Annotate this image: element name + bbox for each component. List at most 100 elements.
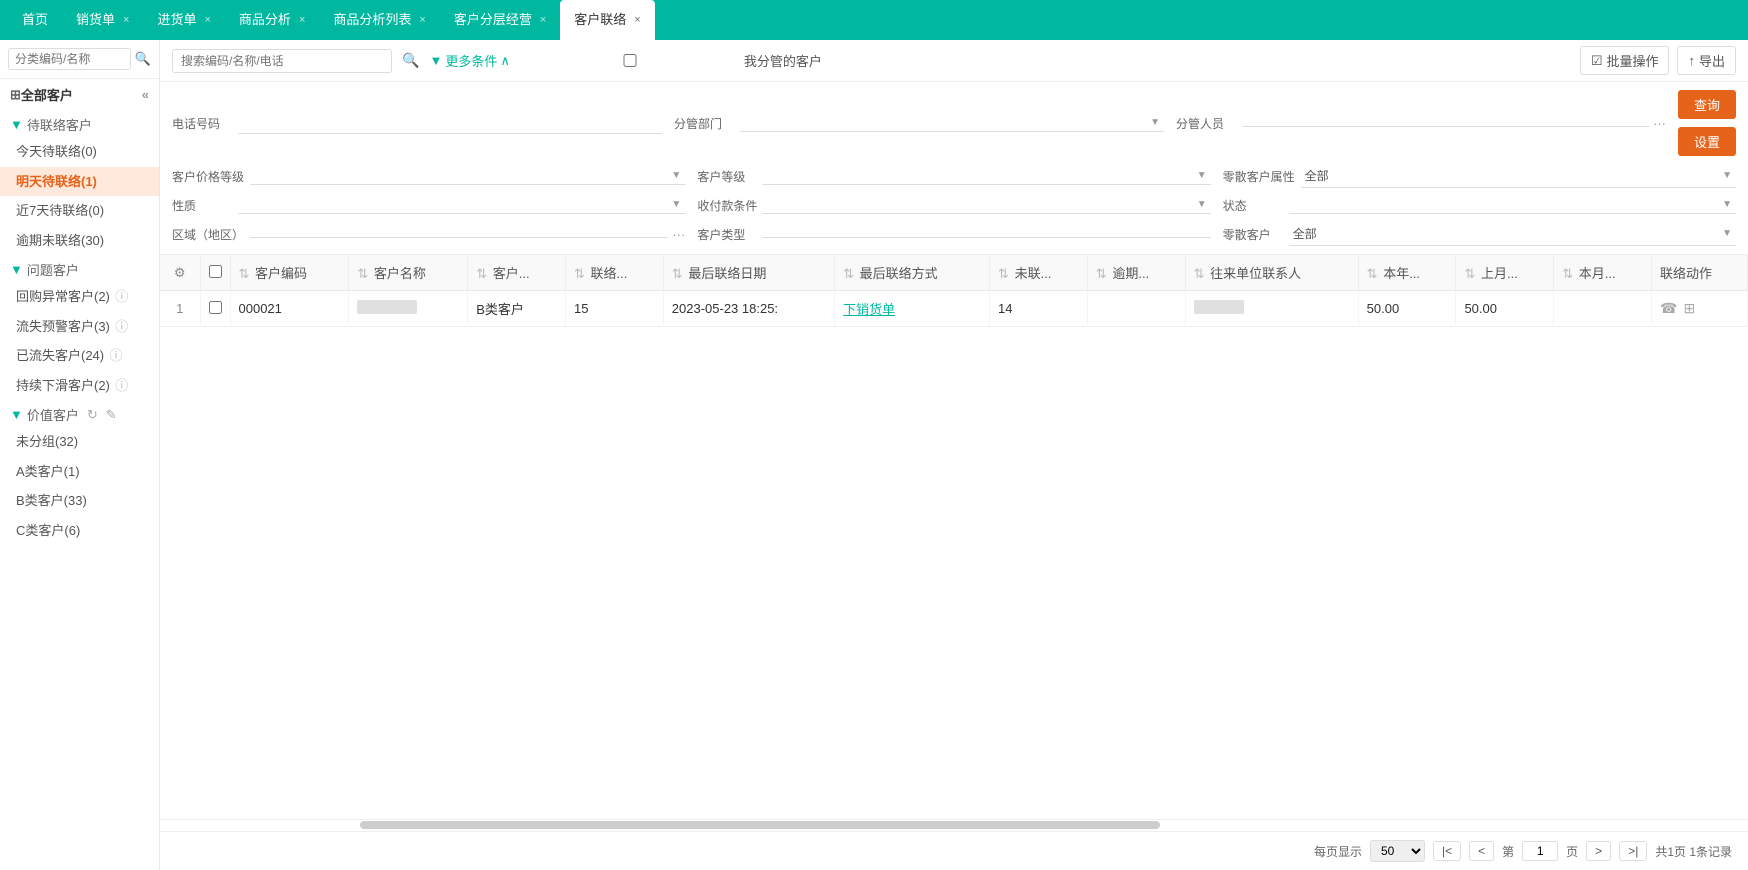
sidebar-item-tomorrow-contact[interactable]: 明天待联络(1) <box>0 167 159 197</box>
filter-manager: 分管人员 ··· <box>1176 115 1666 132</box>
top-nav: 首页 销货单 × 进货单 × 商品分析 × 商品分析列表 × 客户分层经营 × … <box>0 0 1748 40</box>
per-page-select[interactable]: 50 100 200 <box>1370 840 1425 862</box>
region-dots-icon[interactable]: ··· <box>672 227 685 242</box>
chevron-down-icon5: ▼ <box>671 199 681 210</box>
query-button[interactable]: 查询 <box>1678 90 1736 119</box>
sidebar-item-today-contact[interactable]: 今天待联络(0) <box>0 137 159 167</box>
my-customers-checkbox[interactable]: 我分管的客户 <box>520 51 822 70</box>
sidebar-item-class-b[interactable]: B类客户(33) <box>0 486 159 516</box>
nav-product-analysis-list[interactable]: 商品分析列表 × <box>319 0 439 40</box>
sidebar-group-pending: ▼ 待联络客户 <box>0 110 159 137</box>
chevron-down-icon4: ▼ <box>1722 170 1732 181</box>
region-select[interactable] <box>250 231 668 238</box>
settings-icon[interactable]: ⚙ <box>174 265 186 280</box>
phone-input[interactable] <box>238 113 662 134</box>
sidebar-item-repurchase-abnormal[interactable]: 回购异常客户(2) ⓘ <box>0 282 159 312</box>
horizontal-scrollbar <box>160 819 1748 831</box>
sidebar-search-icon[interactable]: 🔍 <box>135 51 151 67</box>
batch-operation-button[interactable]: ☑ 批量操作 <box>1580 46 1670 75</box>
retail-customer-select[interactable]: 全部 ▼ <box>1289 222 1736 246</box>
filter-icon: ▼ <box>429 53 442 68</box>
close-product-analysis-icon[interactable]: × <box>299 0 305 40</box>
sidebar-search-area: 🔍 <box>0 40 159 79</box>
price-level-select[interactable]: ▼ <box>250 167 685 185</box>
page-number-input[interactable] <box>1522 841 1558 861</box>
phone-action-icon[interactable]: ☎ <box>1660 300 1677 317</box>
first-page-button[interactable]: |< <box>1433 841 1461 861</box>
division-select[interactable]: ▼ <box>740 114 1164 132</box>
row-action-cell: ☎ ⊞ <box>1652 291 1748 327</box>
row-last-date: 2023-05-23 18:25: <box>663 291 834 327</box>
pagination-bar: 每页显示 50 100 200 |< < 第 页 > >| 共1页 1条记录 <box>160 831 1748 870</box>
sidebar-item-class-a[interactable]: A类客户(1) <box>0 457 159 487</box>
manager-select[interactable] <box>1242 120 1649 127</box>
filter-retail-attr: 零散客户属性 全部 ▼ <box>1223 164 1736 188</box>
next-page-button[interactable]: > <box>1586 841 1611 861</box>
grid-action-icon[interactable]: ⊞ <box>1683 300 1695 317</box>
more-conditions-button[interactable]: ▼ 更多条件 ∧ <box>429 51 509 70</box>
sidebar-all-customers[interactable]: ⊞ 全部客户 « <box>0 79 159 110</box>
sidebar-item-ungrouped[interactable]: 未分组(32) <box>0 427 159 457</box>
collapse-icon[interactable]: « <box>142 87 149 102</box>
sidebar-item-7days-contact[interactable]: 近7天待联络(0) <box>0 196 159 226</box>
row-checkbox[interactable] <box>209 301 222 314</box>
filter-row-3: 性质 ▼ 收付款条件 ▼ 状态 <box>172 196 1736 214</box>
manager-dots-icon[interactable]: ··· <box>1653 116 1666 131</box>
close-customer-tier-icon[interactable]: × <box>540 0 546 40</box>
filter-region: 区域（地区） ··· <box>172 226 685 243</box>
row-contact-count: 15 <box>566 291 664 327</box>
payment-select[interactable]: ▼ <box>763 196 1210 214</box>
customer-type-select[interactable] <box>763 231 1210 238</box>
filter-row-4: 区域（地区） ··· 客户类型 零散客户 全部 ▼ <box>172 222 1736 246</box>
close-sales-icon[interactable]: × <box>123 0 129 40</box>
close-purchase-icon[interactable]: × <box>204 0 210 40</box>
row-customer-name[interactable] <box>349 291 468 327</box>
check-icon: ☑ <box>1591 53 1603 69</box>
nav-customer-contact[interactable]: 客户联络 × <box>560 0 654 40</box>
col-action: 联络动作 <box>1652 255 1748 291</box>
row-customer-code: 000021 <box>230 291 349 327</box>
nature-select[interactable]: ▼ <box>238 196 685 214</box>
sidebar-search-input[interactable] <box>8 48 131 70</box>
customer-table: ⚙ ⇅ 客户编码 ⇅ 客户名称 <box>160 255 1748 327</box>
select-all-checkbox[interactable] <box>209 265 222 278</box>
export-button[interactable]: ↑ 导出 <box>1677 46 1736 75</box>
sidebar-item-class-c[interactable]: C类客户(6) <box>0 516 159 546</box>
filter-row-1: 电话号码 分管部门 ▼ 分管人员 ··· <box>172 90 1736 156</box>
sidebar-item-overdue-contact[interactable]: 逾期未联络(30) <box>0 226 159 256</box>
sidebar-item-loss-warning[interactable]: 流失预警客户(3) ⓘ <box>0 312 159 342</box>
nav-purchase[interactable]: 进货单 × <box>143 0 224 40</box>
scroll-thumb[interactable] <box>360 821 1160 829</box>
filter-division: 分管部门 ▼ <box>674 114 1164 132</box>
row-last-method[interactable]: 下销货单 <box>835 291 990 327</box>
set-button[interactable]: 设置 <box>1678 127 1736 156</box>
nav-sales[interactable]: 销货单 × <box>62 0 143 40</box>
info-icon: ⓘ <box>115 289 128 304</box>
filter-row-2: 客户价格等级 ▼ 客户等级 ▼ 零散客户属性 全部 <box>172 164 1736 188</box>
sidebar-item-lost-customers[interactable]: 已流失客户(24) ⓘ <box>0 341 159 371</box>
edit-icon[interactable]: ✎ <box>106 407 117 423</box>
retail-attr-select[interactable]: 全部 ▼ <box>1301 164 1736 188</box>
status-select[interactable]: ▼ <box>1289 196 1736 214</box>
chevron-down-icon6: ▼ <box>1197 199 1207 210</box>
prev-page-button[interactable]: < <box>1469 841 1494 861</box>
sidebar-item-declining-customers[interactable]: 持续下滑客户(2) ⓘ <box>0 371 159 401</box>
close-customer-contact-icon[interactable]: × <box>634 0 640 40</box>
nav-home[interactable]: 首页 <box>8 0 62 40</box>
chevron-down-icon8: ▼ <box>1722 228 1732 239</box>
row-overdue <box>1087 291 1185 327</box>
col-contact: ⇅ 联络... <box>566 255 664 291</box>
last-page-button[interactable]: >| <box>1619 841 1647 861</box>
nav-product-analysis[interactable]: 商品分析 × <box>225 0 319 40</box>
close-product-analysis-list-icon[interactable]: × <box>419 0 425 40</box>
filter-customer-type: 客户类型 <box>697 226 1210 243</box>
col-customer-type: ⇅ 客户... <box>468 255 566 291</box>
customer-level-select[interactable]: ▼ <box>763 167 1210 185</box>
col-overdue: ⇅ 逾期... <box>1087 255 1185 291</box>
search-button[interactable]: 🔍 <box>402 52 419 69</box>
table-row: 1 000021 B类客户 15 2023-05-23 18:25: 下销货单 <box>160 291 1748 327</box>
refresh-icon[interactable]: ↻ <box>87 407 98 423</box>
nav-customer-tier[interactable]: 客户分层经营 × <box>440 0 560 40</box>
search-input[interactable] <box>172 49 392 73</box>
my-customers-check[interactable] <box>520 54 740 67</box>
